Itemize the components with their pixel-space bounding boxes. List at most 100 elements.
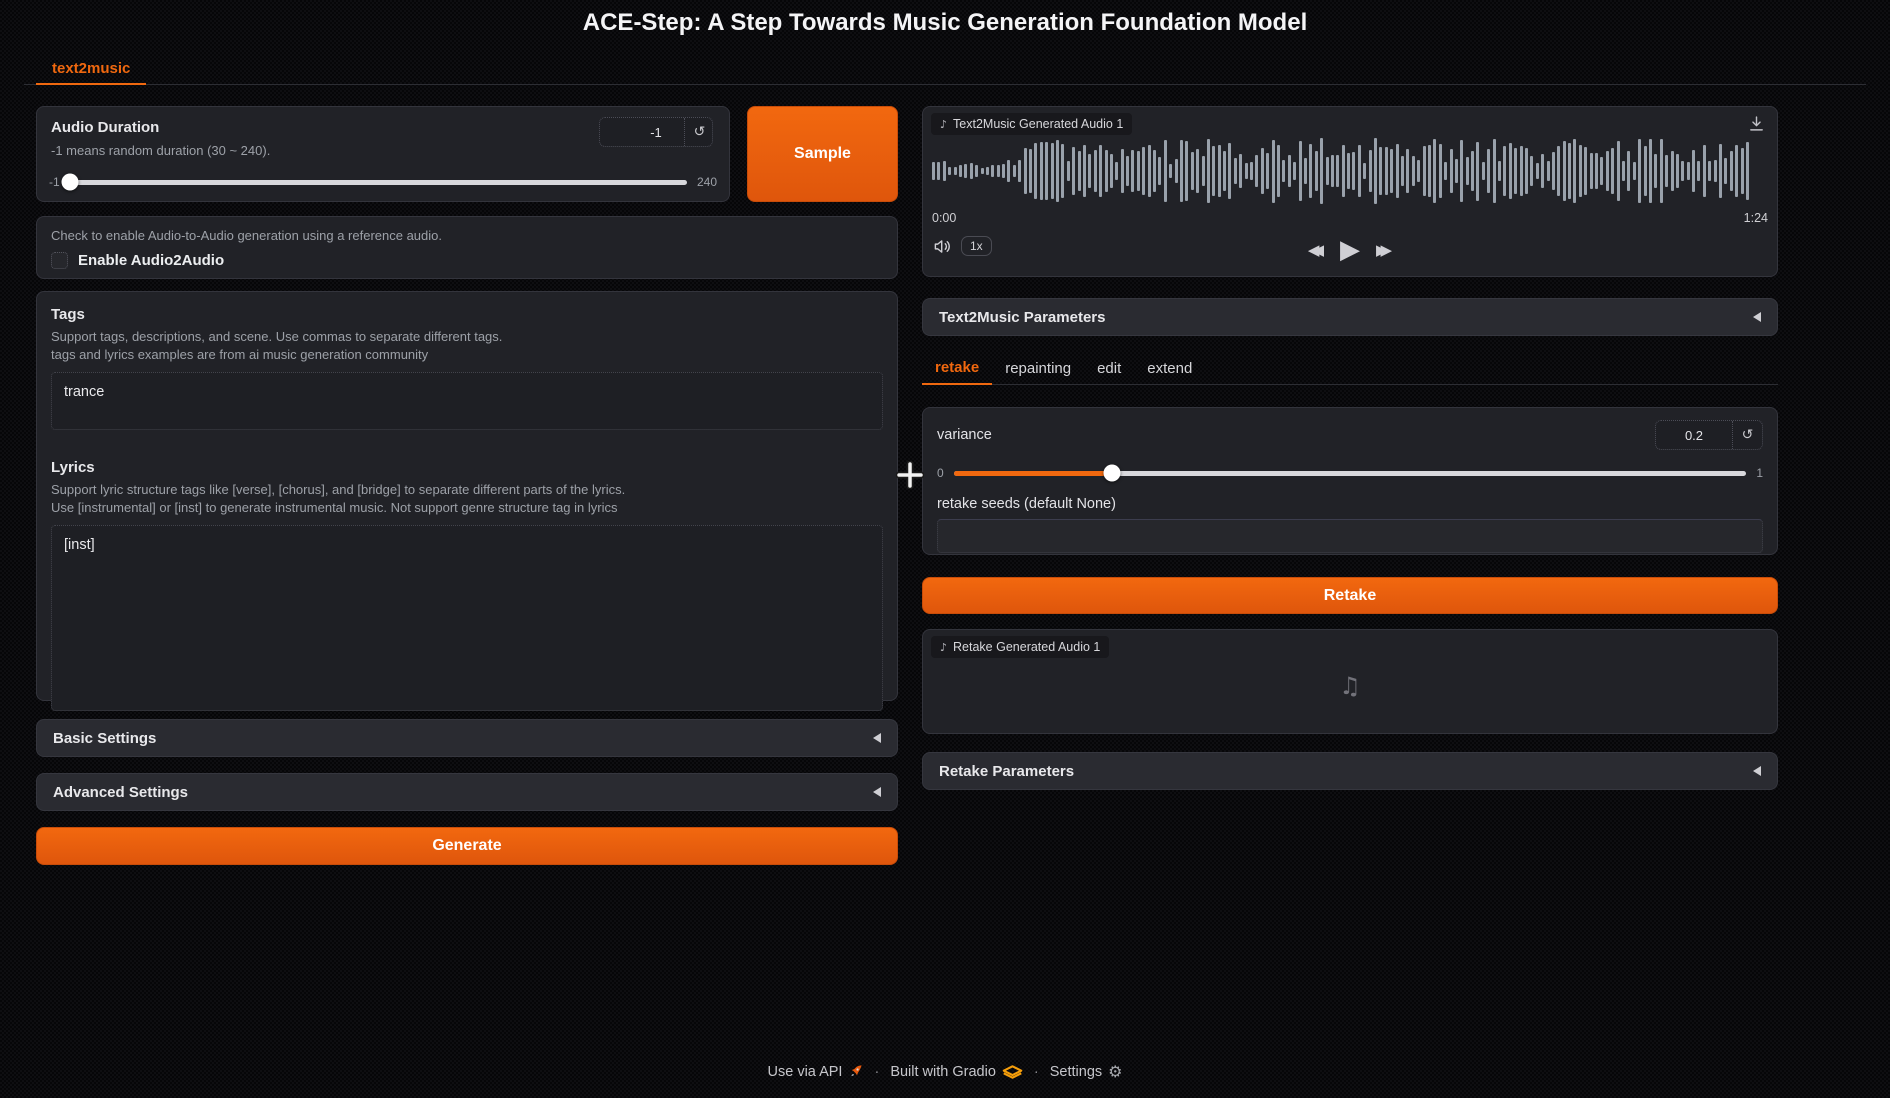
waveform-bar: [1109, 154, 1113, 188]
basic-settings-accordion[interactable]: Basic Settings: [36, 719, 898, 757]
current-time: 0:00: [932, 211, 957, 225]
waveform-bar: [1374, 138, 1378, 204]
download-icon[interactable]: [1748, 115, 1765, 132]
slider-handle[interactable]: [1103, 464, 1121, 482]
music-note-icon: ♪: [940, 640, 948, 654]
waveform-bar: [1400, 155, 1404, 187]
waveform-bar: [1654, 154, 1658, 188]
audio-label-badge: ♪ Retake Generated Audio 1: [931, 636, 1110, 658]
waveform-bar: [985, 166, 989, 176]
waveform-bar: [1740, 148, 1744, 194]
reset-icon[interactable]: ↺: [684, 118, 714, 146]
subtab-extend[interactable]: extend: [1134, 352, 1205, 385]
generate-button[interactable]: Generate: [36, 827, 898, 865]
retake-button[interactable]: Retake: [922, 577, 1778, 614]
waveform-bar: [1616, 140, 1620, 202]
waveform-bar: [1120, 148, 1124, 194]
fast-forward-icon[interactable]: ▶▶: [1376, 241, 1392, 259]
waveform-bar: [948, 166, 952, 176]
empty-audio-icon: ♫: [1339, 671, 1361, 700]
waveform-bar: [1012, 164, 1016, 178]
audio-duration-slider[interactable]: [61, 173, 687, 191]
use-via-api-link[interactable]: Use via API: [768, 1064, 864, 1080]
tab-text2music[interactable]: text2music: [36, 54, 147, 85]
reset-icon[interactable]: ↺: [1732, 421, 1762, 449]
waveform-bar: [1422, 145, 1426, 197]
retake-seeds-input[interactable]: [937, 519, 1763, 553]
waveform-bar: [1384, 146, 1388, 196]
slider-min-label: -1: [49, 175, 60, 189]
waveform-bar: [1471, 151, 1475, 191]
subtab-edit[interactable]: edit: [1084, 352, 1134, 385]
waveform-bar: [1670, 150, 1674, 192]
waveform-bar: [1379, 146, 1383, 196]
play-icon[interactable]: ▶: [1340, 235, 1360, 265]
waveform-bar: [1255, 154, 1259, 188]
waveform[interactable]: [932, 135, 1768, 207]
page-title: ACE-Step: A Step Towards Music Generatio…: [582, 9, 1308, 36]
variance-label: variance: [937, 427, 992, 443]
lyrics-info-1: Support lyric structure tags like [verse…: [51, 482, 626, 497]
main-tabbar: text2music: [24, 54, 1866, 85]
retake-seeds-label: retake seeds (default None): [937, 496, 1116, 512]
rewind-icon[interactable]: ◀◀: [1308, 241, 1324, 259]
waveform-bar: [1174, 159, 1178, 183]
enable-audio2audio-checkbox[interactable]: [51, 252, 68, 269]
sample-button[interactable]: Sample: [747, 106, 898, 202]
advanced-settings-label: Advanced Settings: [53, 783, 189, 801]
slider-handle[interactable]: [61, 173, 79, 191]
player-controls: 1x ◀◀ ▶ ▶▶: [923, 232, 1777, 268]
slider-min-label: 0: [937, 466, 944, 480]
waveform-bar: [1320, 138, 1324, 204]
waveform-bar: [1169, 163, 1173, 179]
waveform-bar: [1007, 160, 1011, 182]
waveform-bar: [942, 161, 946, 181]
waveform-bar: [1158, 157, 1162, 185]
waveform-bar: [1088, 153, 1092, 189]
waveform-bar: [1072, 147, 1076, 195]
waveform-bar: [1282, 160, 1286, 182]
variance-slider[interactable]: [953, 464, 1747, 482]
waveform-bar: [1163, 140, 1167, 202]
subtab-repainting[interactable]: repainting: [992, 352, 1084, 385]
waveform-bar: [1546, 161, 1550, 181]
waveform-bar: [1632, 162, 1636, 180]
tags-info-2: tags and lyrics examples are from ai mus…: [51, 347, 429, 362]
variance-value[interactable]: 0.2: [1656, 421, 1732, 449]
waveform-bar: [1029, 149, 1033, 193]
waveform-bar: [1190, 152, 1194, 190]
slider-max-label: 240: [696, 175, 717, 189]
waveform-bar: [1233, 158, 1237, 184]
waveform-bar: [1147, 144, 1151, 198]
waveform-bar: [1395, 144, 1399, 198]
settings-link[interactable]: Settings ⚙: [1050, 1062, 1123, 1081]
waveform-bar: [1692, 149, 1696, 193]
waveform-bar: [1524, 147, 1528, 195]
built-with-gradio-link[interactable]: Built with Gradio: [890, 1064, 1023, 1080]
waveform-bar: [1551, 151, 1555, 191]
waveform-bar: [1034, 143, 1038, 199]
waveform-bar: [1093, 149, 1097, 193]
text2music-parameters-accordion[interactable]: Text2Music Parameters: [922, 298, 1778, 336]
waveform-bar: [1638, 139, 1642, 203]
waveform-bar: [980, 167, 984, 175]
lyrics-textarea[interactable]: [51, 525, 883, 711]
waveform-bar: [1336, 154, 1340, 188]
waveform-bar: [1508, 143, 1512, 199]
waveform-bar: [1115, 161, 1119, 181]
waveform-bar: [1449, 149, 1453, 193]
variance-group: variance 0.2 ↺ 0 1 retake seeds (default…: [922, 407, 1778, 555]
subtab-retake[interactable]: retake: [922, 352, 993, 385]
waveform-bar: [1622, 161, 1625, 181]
waveform-bar: [1045, 141, 1049, 201]
waveform-bar: [1368, 150, 1372, 192]
slider-fill: [953, 470, 1113, 476]
retake-parameters-accordion[interactable]: Retake Parameters: [922, 752, 1778, 790]
audio2audio-info: Check to enable Audio-to-Audio generatio…: [51, 228, 442, 243]
tags-textarea[interactable]: [51, 372, 883, 430]
waveform-bar: [953, 167, 957, 175]
built-with-gradio-label: Built with Gradio: [890, 1063, 996, 1080]
retake-parameters-label: Retake Parameters: [939, 762, 1075, 780]
advanced-settings-accordion[interactable]: Advanced Settings: [36, 773, 898, 811]
waveform-bar: [1735, 145, 1739, 197]
